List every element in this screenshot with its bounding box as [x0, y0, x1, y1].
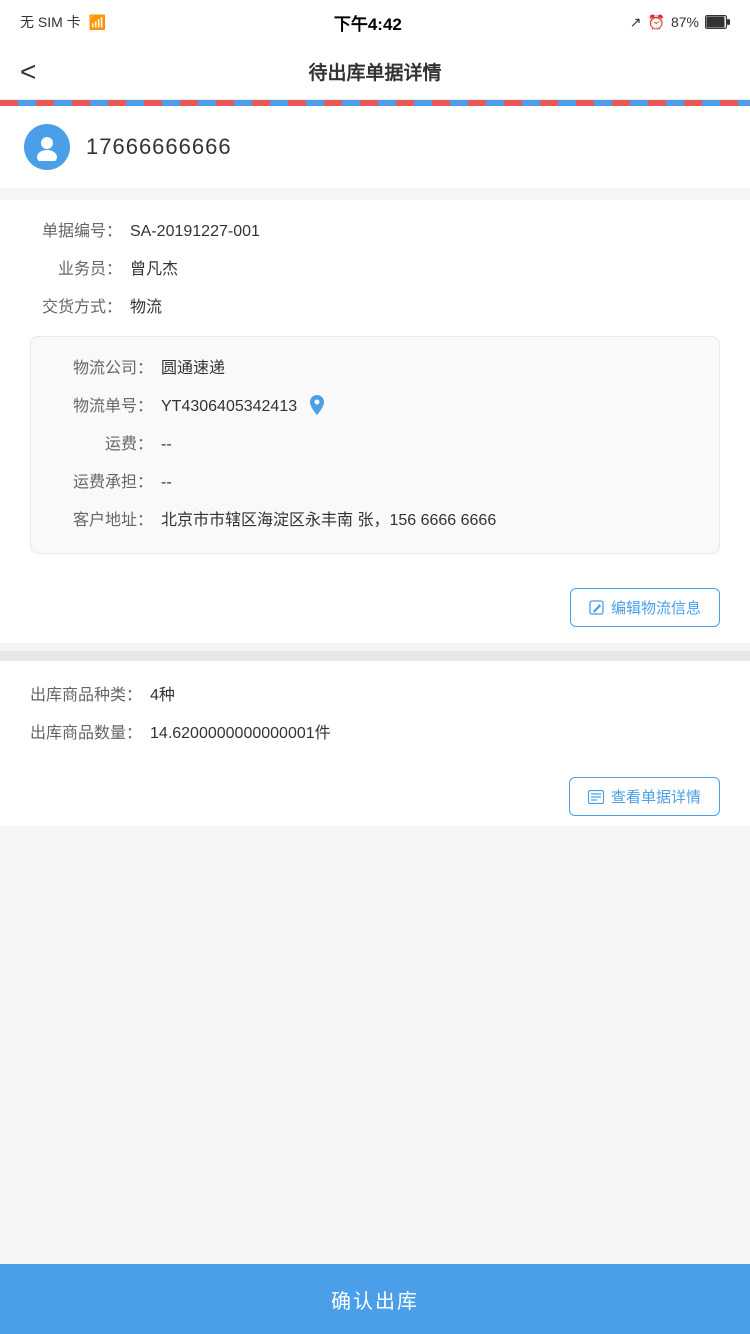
user-phone: 17666666666: [86, 134, 232, 160]
section-separator: [0, 651, 750, 661]
status-left: 无 SIM 卡 📶: [20, 12, 106, 32]
view-document-detail-label: 查看单据详情: [611, 786, 701, 807]
spacer: [0, 826, 750, 1026]
location-status-icon: ↗: [630, 14, 642, 31]
logistics-tracking-label: 物流单号：: [61, 395, 161, 419]
user-header: 17666666666: [0, 106, 750, 188]
salesman-label: 业务员：: [30, 258, 130, 282]
salesman-row: 业务员： 曾凡杰: [30, 258, 720, 282]
status-bar: 无 SIM 卡 📶 下午4:42 ↗ ⏰ 87%: [0, 0, 750, 44]
goods-quantity-label: 出库商品数量：: [30, 719, 150, 743]
delivery-row: 交货方式： 物流: [30, 296, 720, 320]
battery-icon: [705, 15, 730, 29]
page-title: 待出库单据详情: [308, 58, 441, 85]
edit-btn-row: 编辑物流信息: [0, 574, 750, 643]
logistics-address-row: 客户地址： 北京市市辖区海淀区永丰南 张，156 6666 6666: [61, 509, 689, 533]
document-number-row: 单据编号： SA-20191227-001: [30, 220, 720, 244]
document-info-section: 单据编号： SA-20191227-001 业务员： 曾凡杰 交货方式： 物流 …: [0, 200, 750, 574]
view-btn-row: 查看单据详情: [0, 763, 750, 826]
delivery-label: 交货方式：: [30, 296, 130, 320]
logistics-freight-value: --: [161, 433, 689, 457]
goods-type-row: 出库商品种类： 4种: [30, 681, 720, 705]
goods-quantity-value: 14.62000000000000​01件: [150, 719, 331, 743]
confirm-btn-bar[interactable]: 确认出库: [0, 1264, 750, 1334]
salesman-value: 曾凡杰: [130, 258, 720, 282]
view-document-detail-button[interactable]: 查看单据详情: [569, 777, 720, 816]
logistics-freight-row: 运费： --: [61, 433, 689, 457]
goods-type-label: 出库商品种类：: [30, 681, 150, 705]
avatar: [24, 124, 70, 170]
edit-logistics-button[interactable]: 编辑物流信息: [570, 588, 720, 627]
alarm-icon: ⏰: [648, 14, 665, 31]
delivery-value: 物流: [130, 296, 720, 320]
back-button[interactable]: <: [20, 48, 48, 96]
logistics-address-label: 客户地址：: [61, 509, 161, 533]
logistics-card: 物流公司： 圆通速递 物流单号： YT43064053424​13 运费： --: [30, 336, 720, 554]
status-right: ↗ ⏰ 87%: [630, 14, 730, 31]
nav-bar: < 待出库单据详情: [0, 44, 750, 100]
document-icon: [588, 790, 605, 804]
logistics-company-row: 物流公司： 圆通速递: [61, 357, 689, 381]
logistics-company-label: 物流公司：: [61, 357, 161, 381]
avatar-icon: [33, 133, 61, 161]
confirm-btn-label: 确认出库: [331, 1285, 419, 1314]
logistics-company-value: 圆通速递: [161, 357, 689, 381]
location-pin-icon[interactable]: [307, 395, 327, 419]
logistics-address-value: 北京市市辖区海淀区永丰南 张，156 6666 6666: [161, 509, 689, 533]
goods-section: 出库商品种类： 4种 出库商品数量： 14.62000000000000​01件: [0, 661, 750, 763]
edit-logistics-label: 编辑物流信息: [611, 597, 701, 618]
document-number-value: SA-20191227-001: [130, 220, 720, 244]
logistics-tracking-value: YT43064053424​13: [161, 395, 689, 419]
edit-icon: [589, 600, 605, 616]
goods-quantity-row: 出库商品数量： 14.62000000000000​01件: [30, 719, 720, 743]
logistics-tracking-row: 物流单号： YT43064053424​13: [61, 395, 689, 419]
document-number-label: 单据编号：: [30, 220, 130, 244]
goods-type-value: 4种: [150, 681, 175, 705]
status-time: 下午4:42: [334, 10, 402, 35]
logistics-freightbear-row: 运费承担： --: [61, 471, 689, 495]
battery-text: 87%: [671, 14, 699, 30]
logistics-freightbear-value: --: [161, 471, 689, 495]
logistics-freightbear-label: 运费承担：: [61, 471, 161, 495]
logistics-freight-label: 运费：: [61, 433, 161, 457]
